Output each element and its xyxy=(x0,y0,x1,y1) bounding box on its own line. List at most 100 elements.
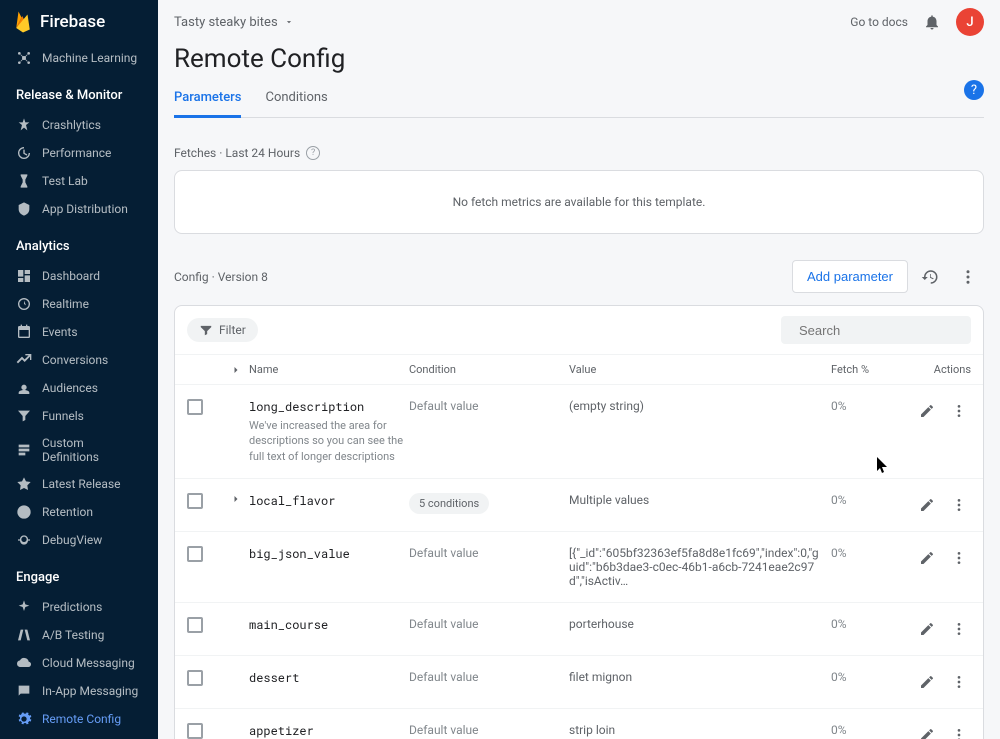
nav-header-release: Release & Monitor xyxy=(0,80,158,111)
nav-icon xyxy=(16,711,32,727)
nav-icon xyxy=(16,442,32,458)
col-actions: Actions xyxy=(891,363,971,376)
fetches-label: Fetches · Last 24 Hours xyxy=(174,146,300,160)
filter-button[interactable]: Filter xyxy=(187,318,258,342)
edit-button[interactable] xyxy=(915,546,939,570)
ml-icon xyxy=(16,50,32,66)
row-checkbox[interactable] xyxy=(187,493,203,509)
nav-icon xyxy=(16,532,32,548)
nav-icon xyxy=(16,504,32,520)
sidebar-item-latest-release[interactable]: Latest Release xyxy=(0,470,158,498)
sidebar-item-retention[interactable]: Retention xyxy=(0,498,158,526)
sidebar-item-in-app-messaging[interactable]: In-App Messaging xyxy=(0,677,158,705)
sidebar-item-custom-definitions[interactable]: Custom Definitions xyxy=(0,430,158,470)
row-menu-button[interactable] xyxy=(947,723,971,739)
expand-all-button[interactable] xyxy=(223,364,249,376)
sidebar-item-conversions[interactable]: Conversions xyxy=(0,346,158,374)
sidebar-item-realtime[interactable]: Realtime xyxy=(0,290,158,318)
col-condition: Condition xyxy=(409,363,569,376)
overflow-menu-button[interactable] xyxy=(952,261,984,293)
info-icon[interactable]: ? xyxy=(306,146,320,160)
tab-conditions[interactable]: Conditions xyxy=(265,80,327,117)
param-value: filet mignon xyxy=(569,670,831,684)
row-menu-button[interactable] xyxy=(947,493,971,517)
sidebar-item-predictions[interactable]: Predictions xyxy=(0,593,158,621)
add-parameter-button[interactable]: Add parameter xyxy=(792,260,908,293)
param-value: (empty string) xyxy=(569,399,831,413)
nav-label: Machine Learning xyxy=(42,51,137,65)
sidebar-item-dashboard[interactable]: Dashboard xyxy=(0,262,158,290)
row-menu-button[interactable] xyxy=(947,670,971,694)
history-icon xyxy=(921,268,939,286)
search-input[interactable] xyxy=(799,323,975,338)
sidebar-item-a-b-testing[interactable]: A/B Testing xyxy=(0,621,158,649)
sidebar-item-debugview[interactable]: DebugView xyxy=(0,526,158,554)
param-row-big_json_value: big_json_valueDefault value[{"_id":"605b… xyxy=(175,532,983,603)
sidebar-item-remote-config[interactable]: Remote Config xyxy=(0,705,158,733)
edit-button[interactable] xyxy=(915,617,939,641)
param-name: main_course xyxy=(249,617,409,633)
row-checkbox[interactable] xyxy=(187,670,203,686)
sidebar-item-test-lab[interactable]: Test Lab xyxy=(0,167,158,195)
sidebar-item-events[interactable]: Events xyxy=(0,318,158,346)
nav-label: Dashboard xyxy=(42,269,100,283)
docs-link[interactable]: Go to docs xyxy=(850,15,908,29)
row-checkbox[interactable] xyxy=(187,399,203,415)
row-menu-button[interactable] xyxy=(947,546,971,570)
tab-parameters[interactable]: Parameters xyxy=(174,80,241,118)
search-box[interactable] xyxy=(781,316,971,344)
edit-button[interactable] xyxy=(915,493,939,517)
row-checkbox[interactable] xyxy=(187,617,203,633)
sidebar-item-cloud-messaging[interactable]: Cloud Messaging xyxy=(0,649,158,677)
help-button[interactable]: ? xyxy=(964,80,984,100)
config-version-label: Config · Version 8 xyxy=(174,270,268,284)
nav-label: A/B Testing xyxy=(42,628,104,642)
sidebar-item-dynamic-links[interactable]: Dynamic Links xyxy=(0,733,158,739)
sidebar-item-app-distribution[interactable]: App Distribution xyxy=(0,195,158,223)
fetch-percent: 0% xyxy=(831,399,891,413)
pencil-icon xyxy=(919,403,935,419)
param-row-dessert: dessertDefault valuefilet mignon0% xyxy=(175,656,983,709)
param-value: Multiple values xyxy=(569,493,831,507)
condition-text: Default value xyxy=(409,670,479,684)
history-button[interactable] xyxy=(914,261,946,293)
table-header-row: Name Condition Value Fetch % Actions xyxy=(175,354,983,385)
nav-label: Realtime xyxy=(42,297,89,311)
more-vert-icon xyxy=(959,268,977,286)
edit-button[interactable] xyxy=(915,670,939,694)
project-selector[interactable]: Tasty steaky bites xyxy=(174,15,294,30)
condition-text: Default value xyxy=(409,617,479,631)
param-row-long_description: long_descriptionWe've increased the area… xyxy=(175,385,983,479)
sidebar-item-performance[interactable]: Performance xyxy=(0,139,158,167)
condition-badge: 5 conditions xyxy=(409,493,489,514)
nav-label: Predictions xyxy=(42,600,102,614)
sidebar-item-audiences[interactable]: Audiences xyxy=(0,374,158,402)
param-value: porterhouse xyxy=(569,617,831,631)
tabs: Parameters Conditions ? xyxy=(174,80,984,118)
nav-icon xyxy=(16,268,32,284)
page-title: Remote Config xyxy=(174,44,984,74)
row-checkbox[interactable] xyxy=(187,546,203,562)
sidebar-item-machine-learning[interactable]: Machine Learning xyxy=(0,44,158,72)
param-name: long_description xyxy=(249,399,409,415)
brand-logo[interactable]: Firebase xyxy=(0,0,158,44)
project-name: Tasty steaky bites xyxy=(174,15,278,30)
row-checkbox[interactable] xyxy=(187,723,203,739)
avatar[interactable]: J xyxy=(956,8,984,36)
param-row-main_course: main_courseDefault valueporterhouse0% xyxy=(175,603,983,656)
edit-button[interactable] xyxy=(915,723,939,739)
edit-button[interactable] xyxy=(915,399,939,423)
nav-label: In-App Messaging xyxy=(42,684,138,698)
nav-label: Performance xyxy=(42,146,111,160)
nav-icon xyxy=(16,476,32,492)
condition-text: Default value xyxy=(409,546,479,560)
nav-label: Latest Release xyxy=(42,477,121,491)
notifications-button[interactable] xyxy=(920,10,944,34)
row-menu-button[interactable] xyxy=(947,617,971,641)
chevron-right-icon xyxy=(230,493,242,505)
sidebar-item-crashlytics[interactable]: Crashlytics xyxy=(0,111,158,139)
row-menu-button[interactable] xyxy=(947,399,971,423)
sidebar-item-funnels[interactable]: Funnels xyxy=(0,402,158,430)
nav-icon xyxy=(16,352,32,368)
expand-row-button[interactable] xyxy=(223,493,249,505)
